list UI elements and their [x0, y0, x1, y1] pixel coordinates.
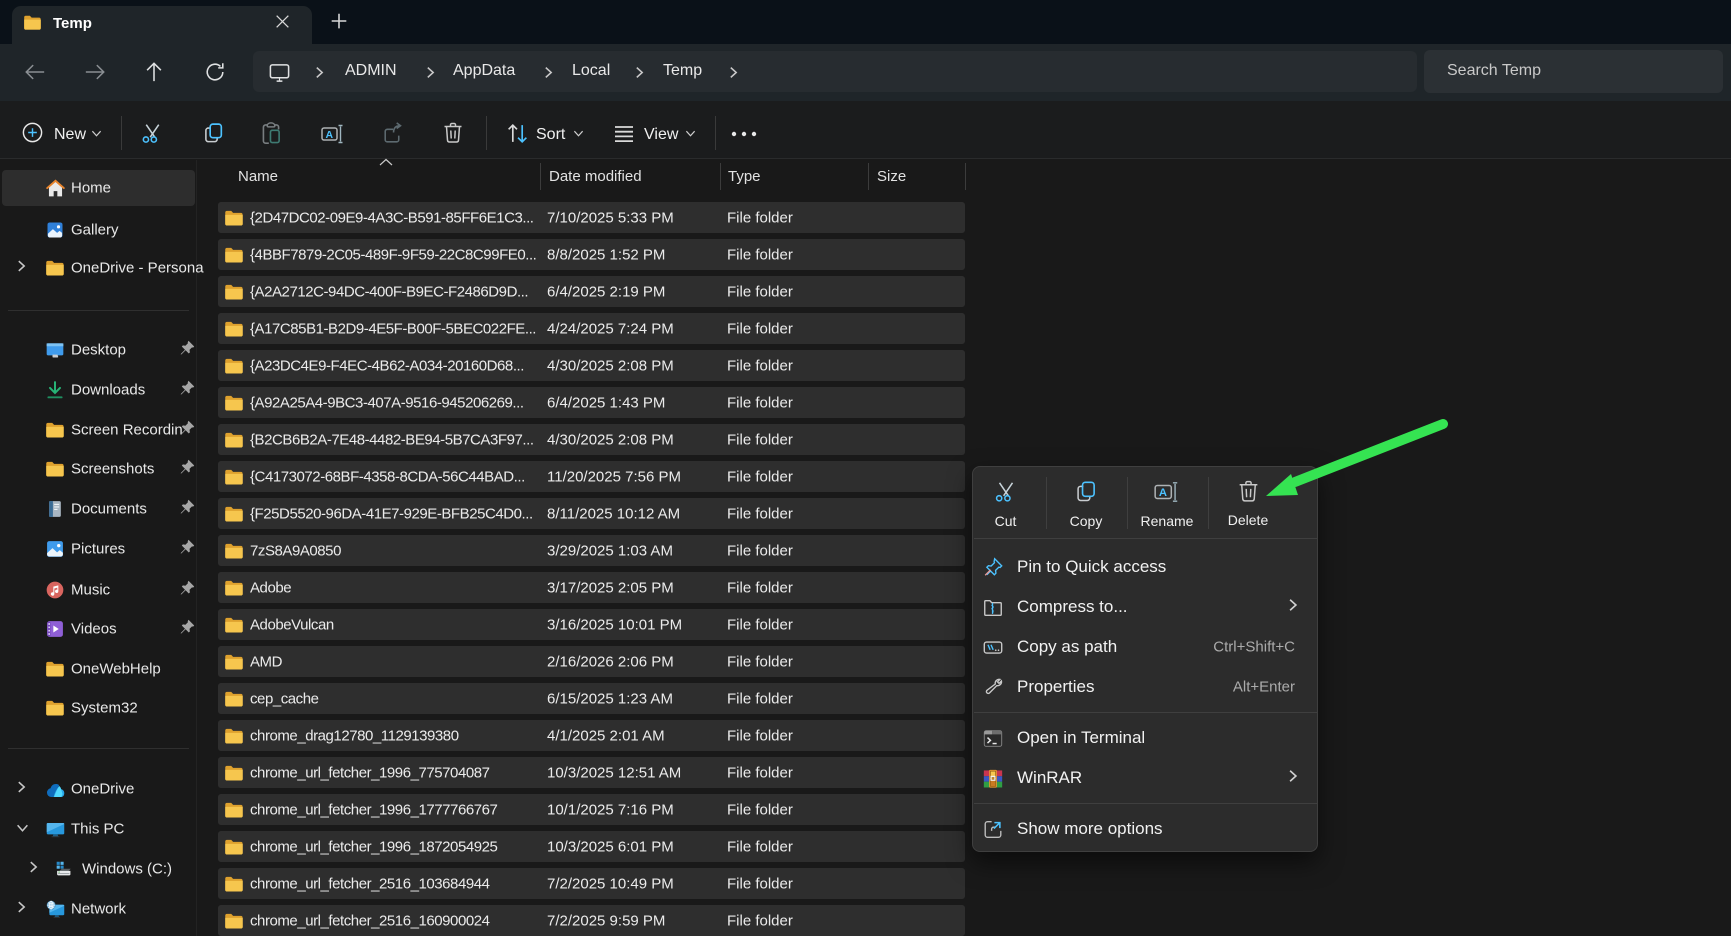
- svg-text:A: A: [1159, 487, 1167, 499]
- svg-text:A: A: [326, 129, 334, 141]
